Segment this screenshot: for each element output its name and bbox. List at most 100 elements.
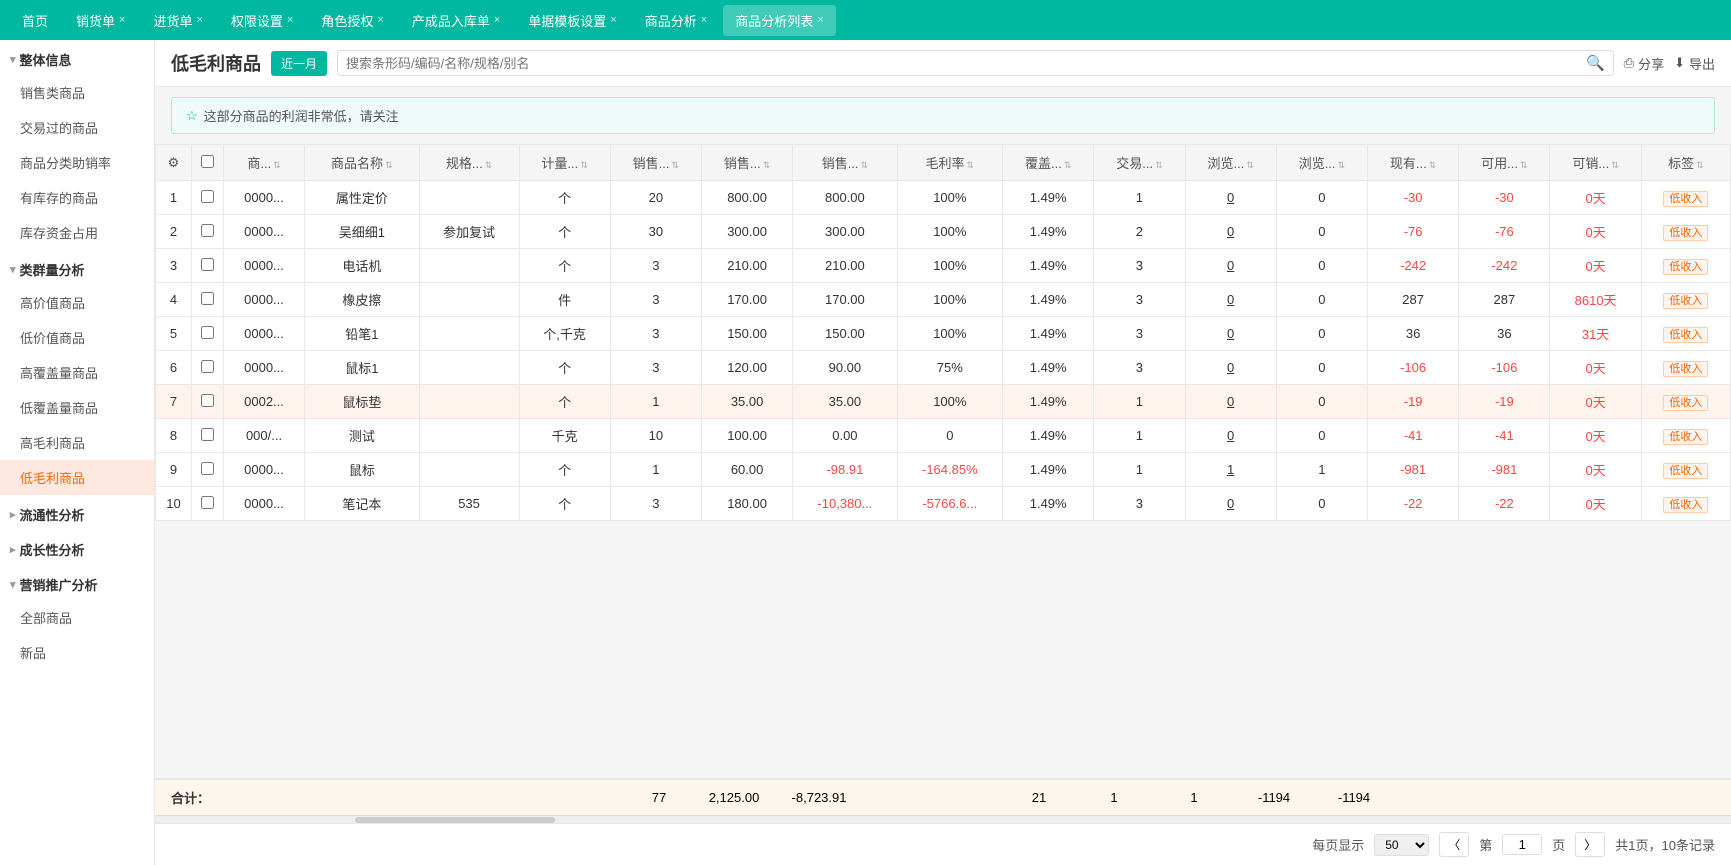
row-coverage: 1.49% <box>1003 453 1094 487</box>
sidebar-item-low-value[interactable]: 低价值商品 <box>0 320 154 355</box>
search-icon[interactable]: 🔍 <box>1586 54 1605 72</box>
sidebar-item-new-goods[interactable]: 新品 <box>0 635 154 670</box>
col-current-stock[interactable]: 现有...⇅ <box>1368 145 1459 181</box>
col-view2[interactable]: 浏览...⇅ <box>1276 145 1367 181</box>
col-view1[interactable]: 浏览...⇅ <box>1185 145 1276 181</box>
row-view1[interactable]: 0 <box>1185 317 1276 351</box>
nav-close-role[interactable]: × <box>377 14 383 26</box>
col-unit[interactable]: 计量...⇅ <box>519 145 610 181</box>
col-spec[interactable]: 规格...⇅ <box>419 145 519 181</box>
sidebar-item-sales-goods[interactable]: 销售类商品 <box>0 75 154 110</box>
nav-item-analysis-list[interactable]: 商品分析列表 × <box>723 5 835 36</box>
row-sales-amount: 300.00 <box>793 215 897 249</box>
col-gear[interactable]: ⚙ <box>156 145 192 181</box>
nav-item-purchase[interactable]: 进货单 × <box>141 5 214 36</box>
row-checkbox[interactable] <box>192 215 224 249</box>
row-select-checkbox[interactable] <box>201 258 214 271</box>
date-filter-button[interactable]: 近一月 <box>271 51 327 76</box>
row-view1[interactable]: 0 <box>1185 249 1276 283</box>
nav-close-template[interactable]: × <box>610 14 616 26</box>
sidebar-group-overall[interactable]: ▾ 整体信息 <box>0 40 154 75</box>
col-tag[interactable]: 标签⇅ <box>1641 145 1730 181</box>
row-select-checkbox[interactable] <box>201 190 214 203</box>
sidebar-item-high-margin[interactable]: 高毛利商品 <box>0 425 154 460</box>
row-select-checkbox[interactable] <box>201 326 214 339</box>
nav-item-template[interactable]: 单据模板设置 × <box>516 5 628 36</box>
sidebar-item-low-margin[interactable]: 低毛利商品 <box>0 460 154 495</box>
row-view1[interactable]: 0 <box>1185 181 1276 215</box>
nav-item-analysis[interactable]: 商品分析 × <box>633 5 719 36</box>
row-view1[interactable]: 0 <box>1185 385 1276 419</box>
col-available-stock[interactable]: 可用...⇅ <box>1459 145 1550 181</box>
row-checkbox[interactable] <box>192 283 224 317</box>
row-checkbox[interactable] <box>192 317 224 351</box>
share-button[interactable]: ⎙ 分享 <box>1624 54 1664 73</box>
row-select-checkbox[interactable] <box>201 292 214 305</box>
row-select-checkbox[interactable] <box>201 360 214 373</box>
nav-item-permission[interactable]: 权限设置 × <box>219 5 305 36</box>
prev-page-button[interactable]: 〈 <box>1439 832 1469 857</box>
col-name[interactable]: 商品名称⇅ <box>305 145 420 181</box>
sidebar-item-traded-goods[interactable]: 交易过的商品 <box>0 110 154 145</box>
col-sales-qty[interactable]: 销售...⇅ <box>610 145 701 181</box>
sidebar-item-high-value[interactable]: 高价值商品 <box>0 285 154 320</box>
sidebar-group-cluster[interactable]: ▾ 类群量分析 <box>0 250 154 285</box>
col-sales-amount[interactable]: 销售...⇅ <box>793 145 897 181</box>
nav-close-analysis-list[interactable]: × <box>817 14 823 26</box>
sidebar-item-low-coverage[interactable]: 低覆盖量商品 <box>0 390 154 425</box>
row-view1[interactable]: 0 <box>1185 351 1276 385</box>
col-checkbox[interactable] <box>192 145 224 181</box>
sidebar-item-high-coverage[interactable]: 高覆盖量商品 <box>0 355 154 390</box>
col-coverage[interactable]: 覆盖...⇅ <box>1003 145 1094 181</box>
next-page-button[interactable]: 〉 <box>1575 832 1605 857</box>
sidebar-group-growth[interactable]: ▸ 成长性分析 <box>0 530 154 565</box>
row-sales-price: 800.00 <box>701 181 792 215</box>
row-checkbox[interactable] <box>192 249 224 283</box>
per-page-select[interactable]: 50 100 200 <box>1374 834 1429 856</box>
search-input[interactable] <box>346 56 1586 71</box>
nav-item-role[interactable]: 角色授权 × <box>309 5 395 36</box>
row-view1[interactable]: 1 <box>1185 453 1276 487</box>
col-gross-margin[interactable]: 毛利率⇅ <box>897 145 1002 181</box>
nav-item-product-entry[interactable]: 产成品入库单 × <box>400 5 512 36</box>
col-sellable-days[interactable]: 可销...⇅ <box>1550 145 1641 181</box>
row-checkbox[interactable] <box>192 487 224 521</box>
row-checkbox[interactable] <box>192 419 224 453</box>
row-select-checkbox[interactable] <box>201 394 214 407</box>
row-name: 电话机 <box>305 249 420 283</box>
row-select-checkbox[interactable] <box>201 462 214 475</box>
page-number-input[interactable] <box>1502 834 1542 855</box>
nav-close-analysis[interactable]: × <box>701 14 707 26</box>
sidebar-item-stock-goods[interactable]: 有库存的商品 <box>0 180 154 215</box>
row-select-checkbox[interactable] <box>201 496 214 509</box>
sidebar-item-all-goods[interactable]: 全部商品 <box>0 600 154 635</box>
row-checkbox[interactable] <box>192 453 224 487</box>
sidebar-item-category-sales-rate[interactable]: 商品分类助销率 <box>0 145 154 180</box>
row-view1[interactable]: 0 <box>1185 283 1276 317</box>
sidebar-item-stock-capital[interactable]: 库存资金占用 <box>0 215 154 250</box>
row-checkbox[interactable] <box>192 351 224 385</box>
row-select-checkbox[interactable] <box>201 224 214 237</box>
row-view1[interactable]: 0 <box>1185 215 1276 249</box>
nav-item-sales[interactable]: 销货单 × <box>64 5 137 36</box>
sidebar-group-marketing[interactable]: ▾ 营销推广分析 <box>0 565 154 600</box>
row-view1[interactable]: 0 <box>1185 419 1276 453</box>
nav-item-home[interactable]: 首页 <box>10 5 60 36</box>
row-select-checkbox[interactable] <box>201 428 214 441</box>
select-all-checkbox[interactable] <box>201 155 214 168</box>
row-checkbox[interactable] <box>192 385 224 419</box>
nav-close-product-entry[interactable]: × <box>494 14 500 26</box>
sidebar-group-circulation[interactable]: ▸ 流通性分析 <box>0 495 154 530</box>
row-view1[interactable]: 0 <box>1185 487 1276 521</box>
export-button[interactable]: ⬇ 导出 <box>1674 54 1715 73</box>
col-code[interactable]: 商...⇅ <box>224 145 305 181</box>
col-sales-price[interactable]: 销售...⇅ <box>701 145 792 181</box>
horizontal-scrollbar[interactable] <box>155 815 1731 823</box>
col-transactions[interactable]: 交易...⇅ <box>1094 145 1185 181</box>
row-checkbox[interactable] <box>192 181 224 215</box>
nav-close-purchase[interactable]: × <box>196 14 202 26</box>
row-sales-qty: 3 <box>610 249 701 283</box>
row-spec <box>419 453 519 487</box>
nav-close-sales[interactable]: × <box>119 14 125 26</box>
nav-close-permission[interactable]: × <box>287 14 293 26</box>
